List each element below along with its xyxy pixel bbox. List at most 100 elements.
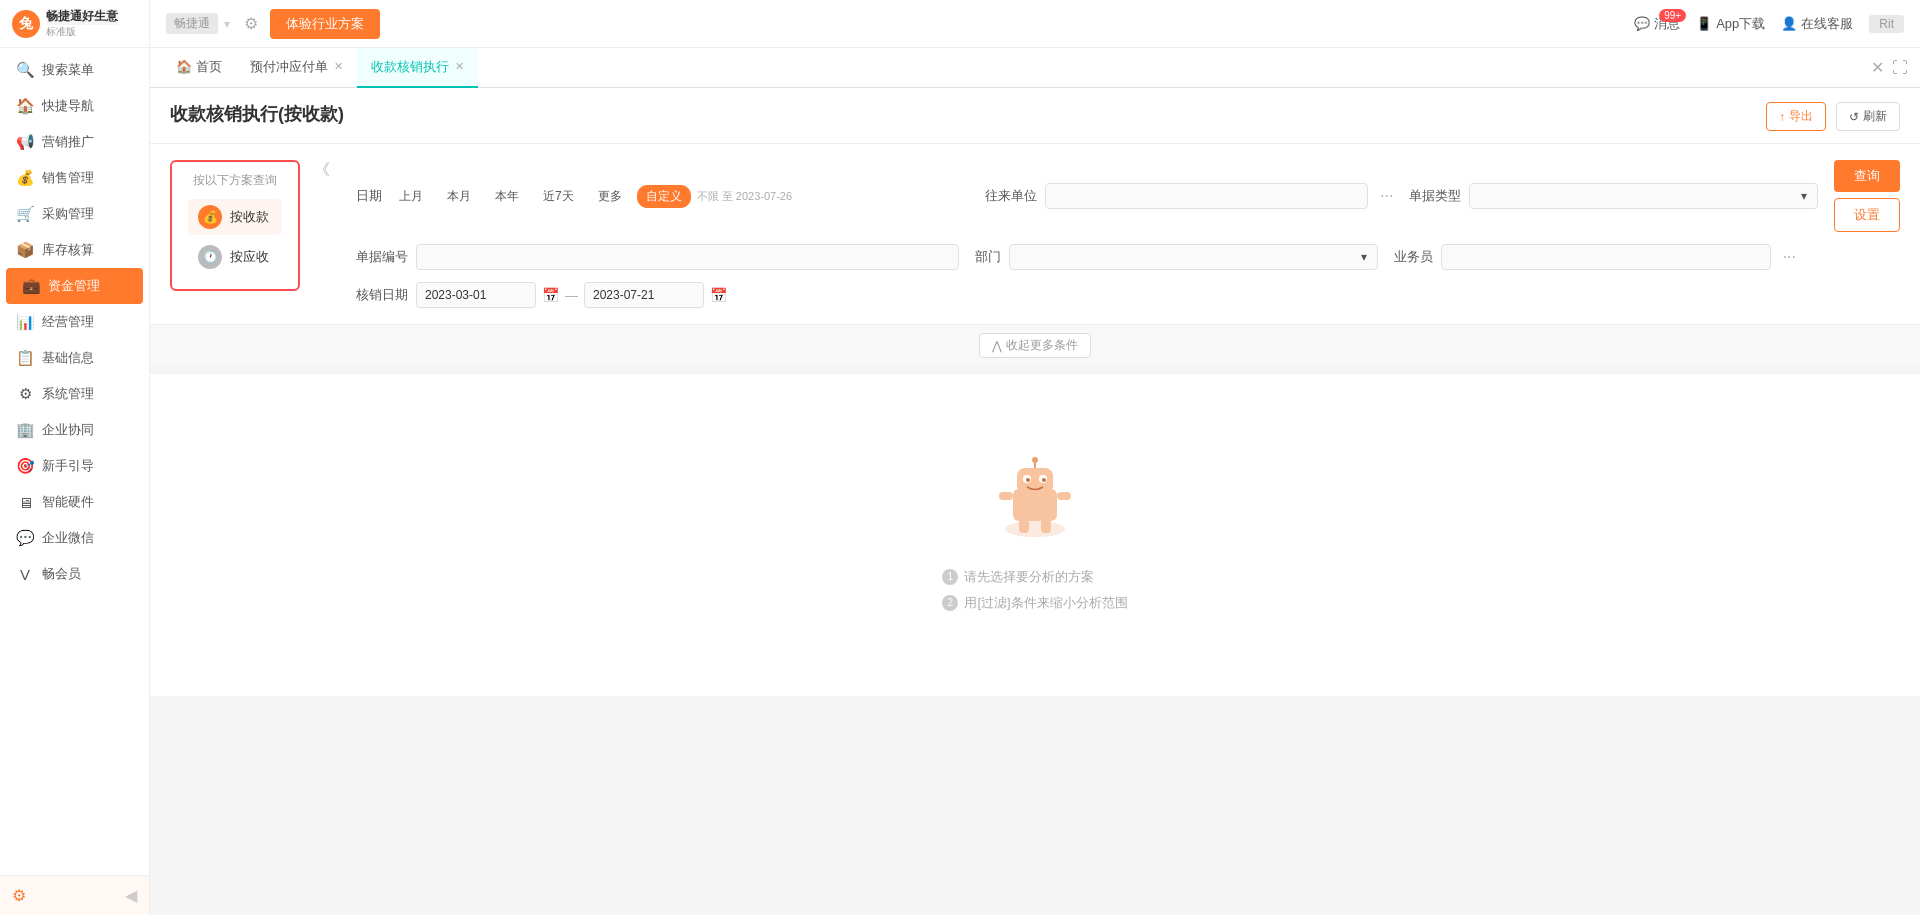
refresh-button[interactable]: ↺ 刷新 xyxy=(1836,102,1900,131)
filter-row-2: 单据编号 部门 ▾ 业务员 ··· xyxy=(356,244,1900,270)
page-title: 收款核销执行(按收款) xyxy=(170,102,344,126)
tab-prepay-close-icon[interactable]: ✕ xyxy=(334,60,343,73)
enterprise-icon: 🏢 xyxy=(16,421,34,439)
date-custom-btn[interactable]: 自定义 xyxy=(637,185,691,208)
filter-fields: 日期 上月 本月 本年 近7天 更多 自定义 不限 至 2023-07-26 往… xyxy=(356,160,1900,308)
home-icon: 🏠 xyxy=(176,59,192,74)
query-buttons: 查询 设置 xyxy=(1834,160,1900,232)
main-area: 畅捷通 ▾ ⚙ 体验行业方案 💬 消息 99+ 📱 App下载 👤 在线客服 R… xyxy=(150,0,1920,915)
plan-button[interactable]: 体验行业方案 xyxy=(270,9,380,39)
expand-icon[interactable]: ⛶ xyxy=(1892,59,1908,77)
tab-collection-close-icon[interactable]: ✕ xyxy=(455,60,464,73)
sidebar-item-label-hardware: 智能硬件 xyxy=(42,493,94,511)
sidebar-item-weixin[interactable]: 💬企业微信 xyxy=(0,520,149,556)
sidebar-item-enterprise[interactable]: 🏢企业协同 xyxy=(0,412,149,448)
collapse-more-label: 收起更多条件 xyxy=(1006,337,1078,354)
app-download-button[interactable]: 📱 App下载 xyxy=(1696,15,1765,33)
receipt-icon: 💰 xyxy=(198,205,222,229)
filter-row-1: 日期 上月 本月 本年 近7天 更多 自定义 不限 至 2023-07-26 往… xyxy=(356,160,1900,232)
shortcut-icon: 🏠 xyxy=(16,97,34,115)
sidebar-item-hardware[interactable]: 🖥 智能硬件 xyxy=(0,484,149,520)
close-all-icon[interactable]: ✕ xyxy=(1871,58,1884,77)
verify-date-start-input[interactable] xyxy=(416,282,536,308)
svg-rect-12 xyxy=(1041,519,1051,533)
dept-select[interactable]: ▾ xyxy=(1009,244,1377,270)
filter-by-receipt-label: 按收款 xyxy=(230,208,269,226)
hardware-icon: 🖥 xyxy=(16,494,34,511)
sidebar-item-search[interactable]: 🔍搜索菜单 xyxy=(0,52,149,88)
gear-icon[interactable]: ⚙ xyxy=(244,14,258,33)
partner-input[interactable] xyxy=(1045,183,1368,209)
receivable-icon: 🕐 xyxy=(198,245,222,269)
sidebar-item-finance[interactable]: 💼资金管理 xyxy=(6,268,143,304)
brand-chevron-icon[interactable]: ▾ xyxy=(224,17,230,31)
sidebar-item-label-sales: 销售管理 xyxy=(42,169,94,187)
doc-no-field: 单据编号 xyxy=(356,244,959,270)
date-more-btn[interactable]: 更多 xyxy=(589,185,631,208)
date-prev-month-btn[interactable]: 上月 xyxy=(390,185,432,208)
verify-date-end-input[interactable] xyxy=(584,282,704,308)
dept-label: 部门 xyxy=(975,248,1001,266)
tab-home[interactable]: 🏠 首页 xyxy=(162,48,236,88)
sidebar-item-label-basic: 基础信息 xyxy=(42,349,94,367)
doc-type-select[interactable]: ▾ xyxy=(1469,183,1818,209)
refresh-icon: ↺ xyxy=(1849,110,1859,124)
tab-collection[interactable]: 收款核销执行 ✕ xyxy=(357,48,478,88)
sidebar-item-label-inventory: 库存核算 xyxy=(42,241,94,259)
brand-text: 畅捷通 xyxy=(166,13,218,34)
empty-text: 1 请先选择要分析的方案 2 用[过滤]条件来缩小分析范围 xyxy=(942,564,1127,616)
date-this-year-btn[interactable]: 本年 xyxy=(486,185,528,208)
svg-point-4 xyxy=(1032,457,1038,463)
sidebar-item-purchase[interactable]: 🛒采购管理 xyxy=(0,196,149,232)
date-separator: — xyxy=(565,288,578,303)
logo-icon: 兔 xyxy=(12,10,40,38)
setting-button[interactable]: 设置 xyxy=(1834,198,1900,232)
sidebar-item-marketing[interactable]: 📢营销推广 xyxy=(0,124,149,160)
sidebar: 兔 畅捷通好生意 标准版 🔍搜索菜单🏠快捷导航📢营销推广💰销售管理🛒采购管理📦库… xyxy=(0,0,150,915)
dept-chevron-icon: ▾ xyxy=(1361,250,1367,264)
logo-main: 畅捷通好生意 xyxy=(46,9,118,25)
doc-type-field: 单据类型 ▾ xyxy=(1409,183,1818,209)
collapse-more-icon: ⋀ xyxy=(992,339,1002,353)
message-icon: 💬 xyxy=(1634,16,1650,31)
staff-more-icon[interactable]: ··· xyxy=(1783,248,1796,266)
service-icon: 👤 xyxy=(1781,16,1797,31)
collapse-filter-icon[interactable]: 《 xyxy=(308,160,336,181)
settings-icon[interactable]: ⚙ xyxy=(12,886,26,905)
date-this-month-btn[interactable]: 本月 xyxy=(438,185,480,208)
verify-date-end-calendar-icon[interactable]: 📅 xyxy=(710,287,727,303)
online-service-button[interactable]: 👤 在线客服 xyxy=(1781,15,1853,33)
query-button[interactable]: 查询 xyxy=(1834,160,1900,192)
logo-sub: 标准版 xyxy=(46,25,118,38)
sidebar-item-basic[interactable]: 📋基础信息 xyxy=(0,340,149,376)
export-button[interactable]: ↑ 导出 xyxy=(1766,102,1826,131)
export-icon: ↑ xyxy=(1779,110,1785,124)
sidebar-item-inventory[interactable]: 📦库存核算 xyxy=(0,232,149,268)
filter-by-receipt[interactable]: 💰 按收款 xyxy=(188,199,282,235)
date-7days-btn[interactable]: 近7天 xyxy=(534,185,583,208)
verify-date-start-calendar-icon[interactable]: 📅 xyxy=(542,287,559,303)
collapse-sidebar-icon[interactable]: ◀ xyxy=(125,886,137,905)
staff-input[interactable] xyxy=(1441,244,1771,270)
tab-prepay-label: 预付冲应付单 xyxy=(250,58,328,76)
sidebar-item-member[interactable]: V畅会员 xyxy=(0,556,149,592)
doc-no-input[interactable] xyxy=(416,244,959,270)
sidebar-item-label-marketing: 营销推广 xyxy=(42,133,94,151)
doc-type-label: 单据类型 xyxy=(1409,187,1461,205)
collapse-more-button[interactable]: ⋀ 收起更多条件 xyxy=(979,333,1091,358)
partner-more-icon[interactable]: ··· xyxy=(1380,187,1393,205)
sidebar-item-label-search: 搜索菜单 xyxy=(42,61,94,79)
sidebar-item-guide[interactable]: 🎯新手引导 xyxy=(0,448,149,484)
tip-text-1: 请先选择要分析的方案 xyxy=(964,564,1094,590)
tab-prepay[interactable]: 预付冲应付单 ✕ xyxy=(236,48,357,88)
message-button[interactable]: 💬 消息 99+ xyxy=(1634,15,1680,33)
filter-by-receivable[interactable]: 🕐 按应收 xyxy=(188,239,282,275)
user-profile[interactable]: Rit xyxy=(1869,15,1904,33)
service-label: 在线客服 xyxy=(1801,15,1853,33)
sidebar-item-shortcut[interactable]: 🏠快捷导航 xyxy=(0,88,149,124)
sidebar-item-operation[interactable]: 📊经营管理 xyxy=(0,304,149,340)
staff-label: 业务员 xyxy=(1394,248,1433,266)
date-label: 日期 xyxy=(356,187,382,205)
sidebar-item-system[interactable]: ⚙系统管理 xyxy=(0,376,149,412)
sidebar-item-sales[interactable]: 💰销售管理 xyxy=(0,160,149,196)
